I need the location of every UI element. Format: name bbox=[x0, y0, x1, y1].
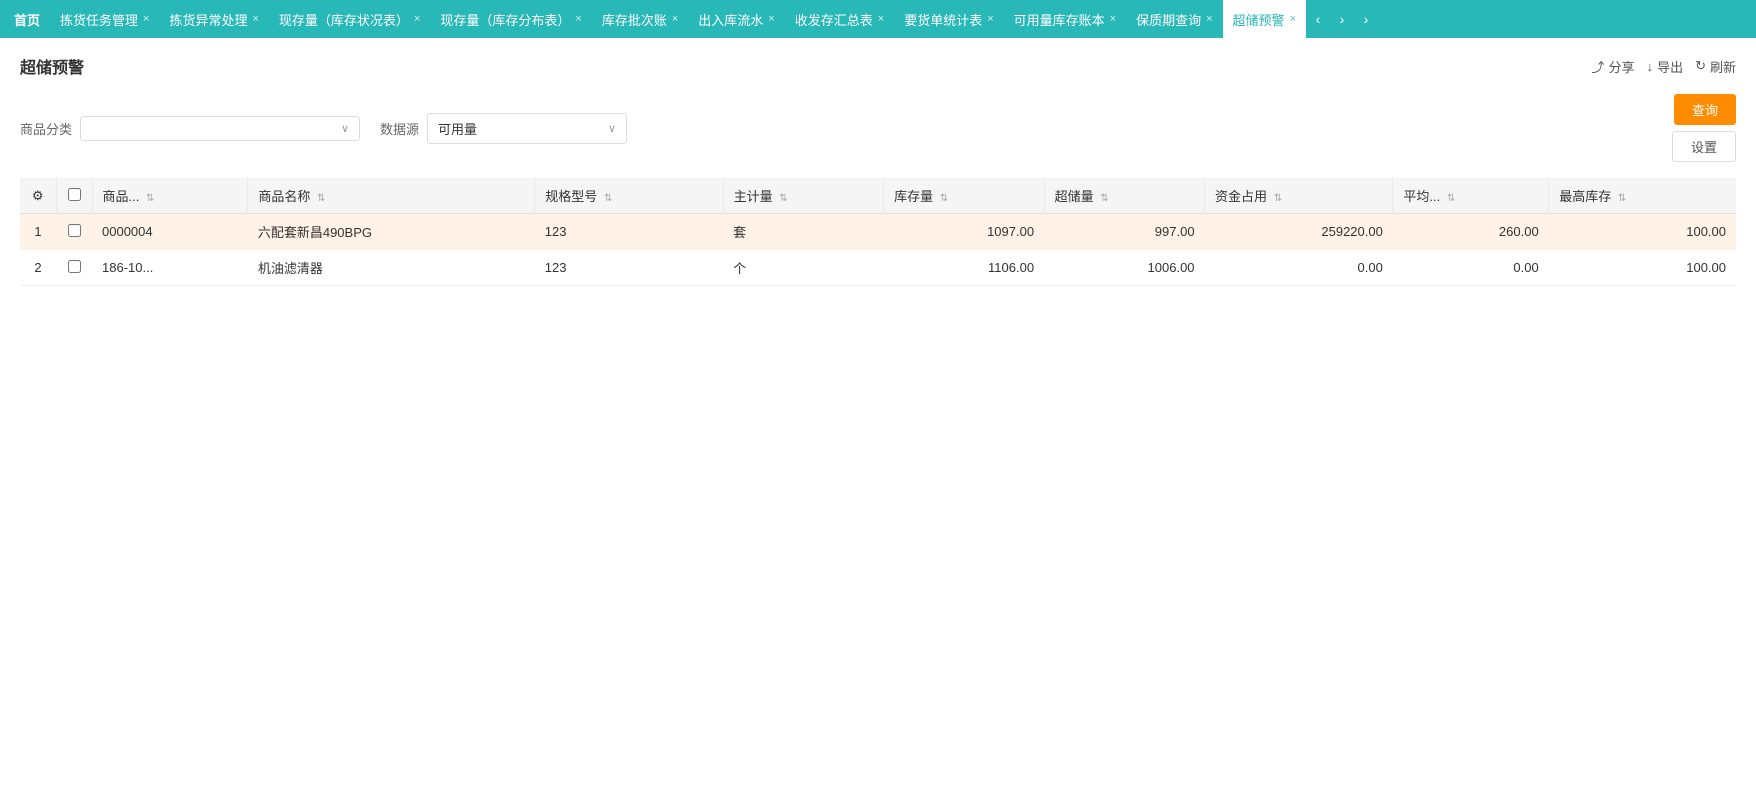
category-filter: 商品分类 ∨ bbox=[20, 116, 360, 141]
export-icon: ↓ bbox=[1647, 59, 1654, 74]
row-spec: 123 bbox=[535, 214, 723, 250]
row-checkbox[interactable] bbox=[68, 224, 81, 237]
sort-max-stock-icon: ⇅ bbox=[1618, 193, 1626, 204]
nav-exception[interactable]: 拣货异常处理 × bbox=[159, 0, 268, 38]
nav-quality[interactable]: 保质期查询 × bbox=[1126, 0, 1222, 38]
datasource-value: 可用量 bbox=[438, 119, 477, 138]
column-product-name[interactable]: 商品名称 ⇅ bbox=[248, 178, 535, 214]
column-avg[interactable]: 平均... ⇅ bbox=[1393, 178, 1549, 214]
filter-bar: 商品分类 ∨ 数据源 可用量 ∨ 查询 设置 bbox=[20, 94, 1736, 162]
row-avg: 260.00 bbox=[1393, 214, 1549, 250]
row-unit: 个 bbox=[723, 250, 883, 286]
row-stock: 1106.00 bbox=[884, 250, 1044, 286]
row-number: 1 bbox=[20, 214, 56, 250]
nav-overstock[interactable]: 超储预警 × bbox=[1223, 0, 1306, 38]
row-checkbox-cell[interactable] bbox=[56, 250, 92, 286]
row-number: 2 bbox=[20, 250, 56, 286]
column-max-stock[interactable]: 最高库存 ⇅ bbox=[1549, 178, 1736, 214]
row-product-name: 机油滤清器 bbox=[248, 250, 535, 286]
close-stock-dist-tab[interactable]: × bbox=[575, 13, 581, 25]
close-task-tab[interactable]: × bbox=[143, 13, 149, 25]
sort-overstock-icon: ⇅ bbox=[1100, 193, 1108, 204]
table-header-row: ⚙ 商品... ⇅ 商品名称 ⇅ 规格型号 ⇅ 主计量 bbox=[20, 178, 1736, 214]
column-spec[interactable]: 规格型号 ⇅ bbox=[535, 178, 723, 214]
page-header: 超储预警 ⤴ 分享 ↓ 导出 ↻ 刷新 bbox=[20, 54, 1736, 78]
row-product-code: 0000004 bbox=[92, 214, 248, 250]
row-max-stock: 100.00 bbox=[1549, 250, 1736, 286]
column-stock[interactable]: 库存量 ⇅ bbox=[884, 178, 1044, 214]
nav-inout[interactable]: 出入库流水 × bbox=[688, 0, 784, 38]
close-quality-tab[interactable]: × bbox=[1206, 13, 1212, 25]
table-row: 1 0000004 六配套新昌490BPG 123 套 1097.00 997.… bbox=[20, 214, 1736, 250]
page-content: 超储预警 ⤴ 分享 ↓ 导出 ↻ 刷新 商品分类 ∨ 数据源 bbox=[0, 38, 1756, 800]
sort-unit-icon: ⇅ bbox=[779, 193, 787, 204]
close-stock-status-tab[interactable]: × bbox=[414, 13, 420, 25]
nav-stock-status[interactable]: 现存量（库存状况表） × bbox=[269, 0, 430, 38]
close-order-stat-tab[interactable]: × bbox=[987, 13, 993, 25]
row-checkbox-cell[interactable] bbox=[56, 214, 92, 250]
datasource-label: 数据源 bbox=[380, 119, 419, 138]
header-actions: ⤴ 分享 ↓ 导出 ↻ 刷新 bbox=[1592, 57, 1736, 76]
sort-product-name-icon: ⇅ bbox=[317, 193, 325, 204]
row-overstock: 1006.00 bbox=[1044, 250, 1204, 286]
category-chevron-icon: ∨ bbox=[341, 122, 349, 135]
share-button[interactable]: ⤴ 分享 bbox=[1592, 57, 1635, 76]
query-button[interactable]: 查询 bbox=[1674, 94, 1736, 125]
nav-summary[interactable]: 收发存汇总表 × bbox=[785, 0, 894, 38]
category-label: 商品分类 bbox=[20, 119, 72, 138]
sort-avg-icon: ⇅ bbox=[1447, 193, 1455, 204]
sort-spec-icon: ⇅ bbox=[604, 193, 612, 204]
datasource-select[interactable]: 可用量 ∨ bbox=[427, 113, 627, 144]
category-select[interactable]: ∨ bbox=[80, 116, 360, 141]
close-batch-tab[interactable]: × bbox=[672, 13, 678, 25]
share-icon: ⤴ bbox=[1592, 57, 1605, 76]
refresh-button[interactable]: ↻ 刷新 bbox=[1695, 57, 1736, 76]
column-gear[interactable]: ⚙ bbox=[20, 178, 56, 214]
nav-stock-dist[interactable]: 现存量（库存分布表） × bbox=[430, 0, 591, 38]
column-checkbox[interactable] bbox=[56, 178, 92, 214]
sort-capital-icon: ⇅ bbox=[1274, 193, 1282, 204]
close-available-tab[interactable]: × bbox=[1110, 13, 1116, 25]
row-unit: 套 bbox=[723, 214, 883, 250]
column-product-code[interactable]: 商品... ⇅ bbox=[92, 178, 248, 214]
nav-home[interactable]: 首页 bbox=[4, 0, 50, 38]
nav-right-arrow[interactable]: › bbox=[1330, 0, 1354, 38]
top-navigation: 首页 拣货任务管理 × 拣货异常处理 × 现存量（库存状况表） × 现存量（库存… bbox=[0, 0, 1756, 38]
nav-order-stat[interactable]: 要货单统计表 × bbox=[894, 0, 1003, 38]
row-checkbox[interactable] bbox=[68, 260, 81, 273]
row-stock: 1097.00 bbox=[884, 214, 1044, 250]
datasource-filter: 数据源 可用量 ∨ bbox=[380, 113, 627, 144]
export-button[interactable]: ↓ 导出 bbox=[1647, 57, 1684, 76]
nav-batch[interactable]: 库存批次账 × bbox=[592, 0, 688, 38]
page-title: 超储预警 bbox=[20, 54, 84, 78]
row-product-name: 六配套新昌490BPG bbox=[248, 214, 535, 250]
column-capital[interactable]: 资金占用 ⇅ bbox=[1205, 178, 1393, 214]
datasource-chevron-icon: ∨ bbox=[608, 122, 616, 135]
sort-stock-icon: ⇅ bbox=[940, 193, 948, 204]
row-capital: 0.00 bbox=[1205, 250, 1393, 286]
nav-task[interactable]: 拣货任务管理 × bbox=[50, 0, 159, 38]
sort-product-code-icon: ⇅ bbox=[146, 193, 154, 204]
close-overstock-tab[interactable]: × bbox=[1290, 13, 1296, 25]
nav-available[interactable]: 可用量库存账本 × bbox=[1004, 0, 1126, 38]
data-table: ⚙ 商品... ⇅ 商品名称 ⇅ 规格型号 ⇅ 主计量 bbox=[20, 178, 1736, 286]
settings-button[interactable]: 设置 bbox=[1672, 131, 1736, 162]
row-spec: 123 bbox=[535, 250, 723, 286]
table-row: 2 186-10... 机油滤清器 123 个 1106.00 1006.00 … bbox=[20, 250, 1736, 286]
close-inout-tab[interactable]: × bbox=[768, 13, 774, 25]
close-exception-tab[interactable]: × bbox=[252, 13, 258, 25]
row-max-stock: 100.00 bbox=[1549, 214, 1736, 250]
nav-more-arrow[interactable]: › bbox=[1354, 0, 1378, 38]
nav-left-arrow[interactable]: ‹ bbox=[1306, 0, 1330, 38]
column-overstock[interactable]: 超储量 ⇅ bbox=[1044, 178, 1204, 214]
row-avg: 0.00 bbox=[1393, 250, 1549, 286]
select-all-checkbox[interactable] bbox=[68, 188, 81, 201]
refresh-icon: ↻ bbox=[1695, 58, 1706, 74]
close-summary-tab[interactable]: × bbox=[878, 13, 884, 25]
row-product-code: 186-10... bbox=[92, 250, 248, 286]
gear-icon: ⚙ bbox=[32, 188, 44, 203]
row-capital: 259220.00 bbox=[1205, 214, 1393, 250]
column-unit[interactable]: 主计量 ⇅ bbox=[723, 178, 883, 214]
row-overstock: 997.00 bbox=[1044, 214, 1204, 250]
